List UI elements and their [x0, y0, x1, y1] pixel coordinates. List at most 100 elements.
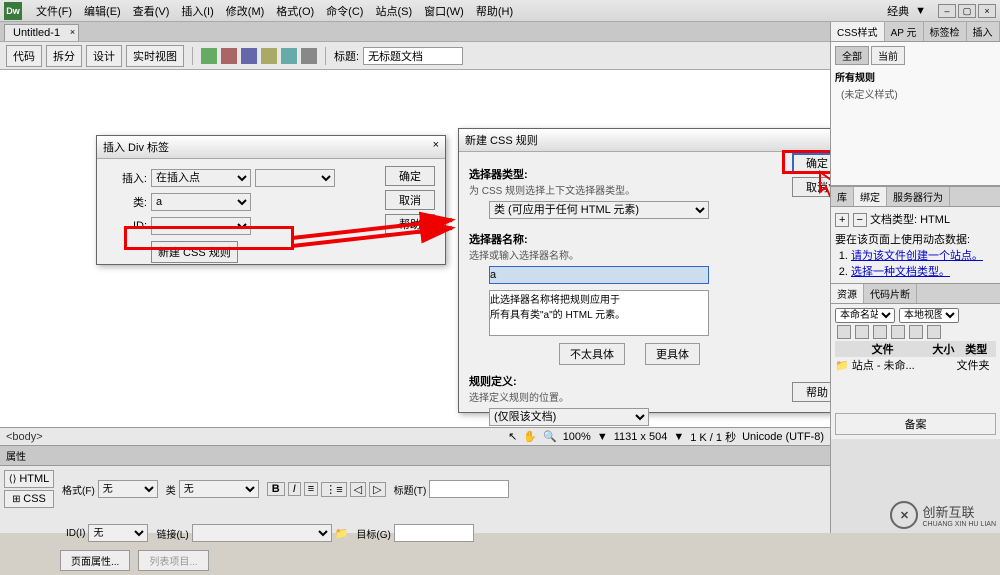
col-size[interactable]: 大小 — [930, 341, 956, 357]
file-panel-icon[interactable] — [873, 325, 887, 339]
tab-tag-inspect[interactable]: 标签检 — [924, 22, 967, 41]
toolbar-icon[interactable] — [261, 48, 277, 64]
site-row[interactable]: 站点 - 未命... — [852, 360, 915, 372]
file-panel-icon[interactable] — [891, 325, 905, 339]
format-label: 格式(F) — [62, 482, 95, 497]
link-select[interactable] — [192, 524, 332, 542]
view-select[interactable]: 本地视图 — [899, 308, 959, 323]
tab-css-styles[interactable]: CSS样式 — [831, 22, 885, 41]
ok-button[interactable]: 确定 — [385, 166, 435, 186]
menu-site[interactable]: 站点(S) — [369, 3, 418, 19]
title-input[interactable] — [363, 47, 463, 65]
file-panel-icon[interactable] — [927, 325, 941, 339]
italic-button[interactable]: I — [288, 482, 301, 496]
file-panel-icon[interactable] — [837, 325, 851, 339]
class-select[interactable]: 无 — [179, 480, 259, 498]
class-label: 类: — [107, 194, 147, 210]
list-icon[interactable]: ⋮≡ — [321, 482, 346, 497]
link-browse-icon[interactable]: 📁 — [335, 527, 349, 540]
toolbar-icon[interactable] — [221, 48, 237, 64]
css-mode-button[interactable]: ⊞ CSS — [4, 490, 54, 508]
tab-close-icon[interactable]: × — [70, 27, 75, 37]
menu-view[interactable]: 查看(V) — [127, 3, 176, 19]
col-type[interactable]: 类型 — [957, 341, 996, 357]
pointer-icon[interactable]: ↖ — [508, 430, 517, 443]
all-button[interactable]: 全部 — [835, 46, 869, 65]
design-view-button[interactable]: 设计 — [86, 45, 122, 67]
dynamic-data-hint: 要在该页面上使用动态数据: — [835, 231, 996, 247]
insert-target-select[interactable] — [255, 169, 335, 187]
zoom-level[interactable]: 100% — [563, 431, 591, 443]
annotation-highlight — [124, 226, 294, 250]
id-label: ID(I) — [66, 528, 85, 539]
file-size: 1 K / 1 秒 — [690, 429, 736, 445]
zoom-icon[interactable]: 🔍 — [543, 430, 557, 443]
menu-insert[interactable]: 插入(I) — [175, 3, 219, 19]
outdent-icon[interactable]: ◁ — [350, 482, 366, 497]
cancel-button[interactable]: 取消 — [385, 190, 435, 210]
class-select[interactable]: a — [151, 193, 251, 211]
live-view-button[interactable]: 实时视图 — [126, 45, 184, 67]
help-button[interactable]: 帮助 — [385, 214, 435, 234]
tab-insert[interactable]: 插入 — [967, 22, 1000, 41]
col-file[interactable]: 文件 — [835, 341, 930, 357]
step-1[interactable]: 请为该文件创建一个站点。 — [851, 250, 983, 262]
indent-icon[interactable]: ▷ — [369, 482, 385, 497]
title-input[interactable] — [429, 480, 509, 498]
tag-selector[interactable]: <body> — [6, 431, 43, 443]
dialog-close-icon[interactable]: × — [433, 139, 439, 155]
step-2[interactable]: 选择一种文档类型。 — [851, 266, 950, 278]
bold-button[interactable]: B — [267, 482, 285, 496]
menu-modify[interactable]: 修改(M) — [220, 3, 271, 19]
file-panel-icon[interactable] — [855, 325, 869, 339]
menu-command[interactable]: 命令(C) — [320, 3, 369, 19]
document-tab[interactable]: Untitled-1 × — [4, 24, 79, 41]
no-style-item: (未定义样式) — [835, 86, 996, 101]
hand-icon[interactable]: ✋ — [523, 430, 537, 443]
note-label: 备案 — [835, 413, 996, 435]
file-panel-icon[interactable] — [909, 325, 923, 339]
tab-assets[interactable]: 资源 — [831, 284, 864, 303]
menu-format[interactable]: 格式(O) — [270, 3, 320, 19]
toolbar-icon[interactable] — [301, 48, 317, 64]
insert-select[interactable]: 在插入点 — [151, 169, 251, 187]
id-select[interactable]: 无 — [88, 524, 148, 542]
more-specific-button[interactable]: 更具体 — [645, 343, 700, 365]
maximize-button[interactable]: ▢ — [958, 4, 976, 18]
tab-library[interactable]: 库 — [831, 187, 854, 206]
tab-server-behaviors[interactable]: 服务器行为 — [887, 187, 950, 206]
list-items-button[interactable]: 列表项目... — [138, 550, 208, 571]
page-properties-button[interactable]: 页面属性... — [60, 550, 130, 571]
properties-header[interactable]: 属性 — [0, 446, 830, 466]
less-specific-button[interactable]: 不太具体 — [559, 343, 625, 365]
selector-name-input[interactable] — [489, 266, 709, 284]
current-button[interactable]: 当前 — [871, 46, 905, 65]
code-view-button[interactable]: 代码 — [6, 45, 42, 67]
status-bar: <body> ↖ ✋ 🔍 100% ▼ 1131 x 504 ▼ 1 K / 1… — [0, 427, 830, 445]
rule-def-select[interactable]: (仅限该文档) — [489, 408, 649, 426]
menu-file[interactable]: 文件(F) — [30, 3, 78, 19]
menu-window[interactable]: 窗口(W) — [418, 3, 470, 19]
minimize-button[interactable]: – — [938, 4, 956, 18]
selector-type-select[interactable]: 类 (可应用于任何 HTML 元素) — [489, 201, 709, 219]
dimensions: 1131 x 504 — [614, 431, 668, 443]
layout-dropdown[interactable]: 经典 — [887, 3, 909, 19]
split-view-button[interactable]: 拆分 — [46, 45, 82, 67]
menu-help[interactable]: 帮助(H) — [470, 3, 519, 19]
tab-ap-elements[interactable]: AP 元 — [885, 22, 924, 41]
menu-edit[interactable]: 编辑(E) — [78, 3, 127, 19]
document-tab-label: Untitled-1 — [13, 27, 60, 39]
toolbar-icon[interactable] — [201, 48, 217, 64]
title-label: 标题: — [334, 48, 359, 64]
site-select[interactable]: 本命名站点 8 — [835, 308, 895, 323]
toolbar-icon[interactable] — [241, 48, 257, 64]
list-icon[interactable]: ≡ — [304, 482, 318, 496]
format-select[interactable]: 无 — [98, 480, 158, 498]
html-mode-button[interactable]: ⟨⟩ HTML — [4, 470, 54, 488]
tab-bindings[interactable]: 绑定 — [854, 187, 887, 206]
toolbar-icon[interactable] — [281, 48, 297, 64]
close-button[interactable]: × — [978, 4, 996, 18]
tab-snippets[interactable]: 代码片断 — [864, 284, 917, 303]
menu-bar: Dw 文件(F) 编辑(E) 查看(V) 插入(I) 修改(M) 格式(O) 命… — [0, 0, 1000, 22]
target-input[interactable] — [394, 524, 474, 542]
